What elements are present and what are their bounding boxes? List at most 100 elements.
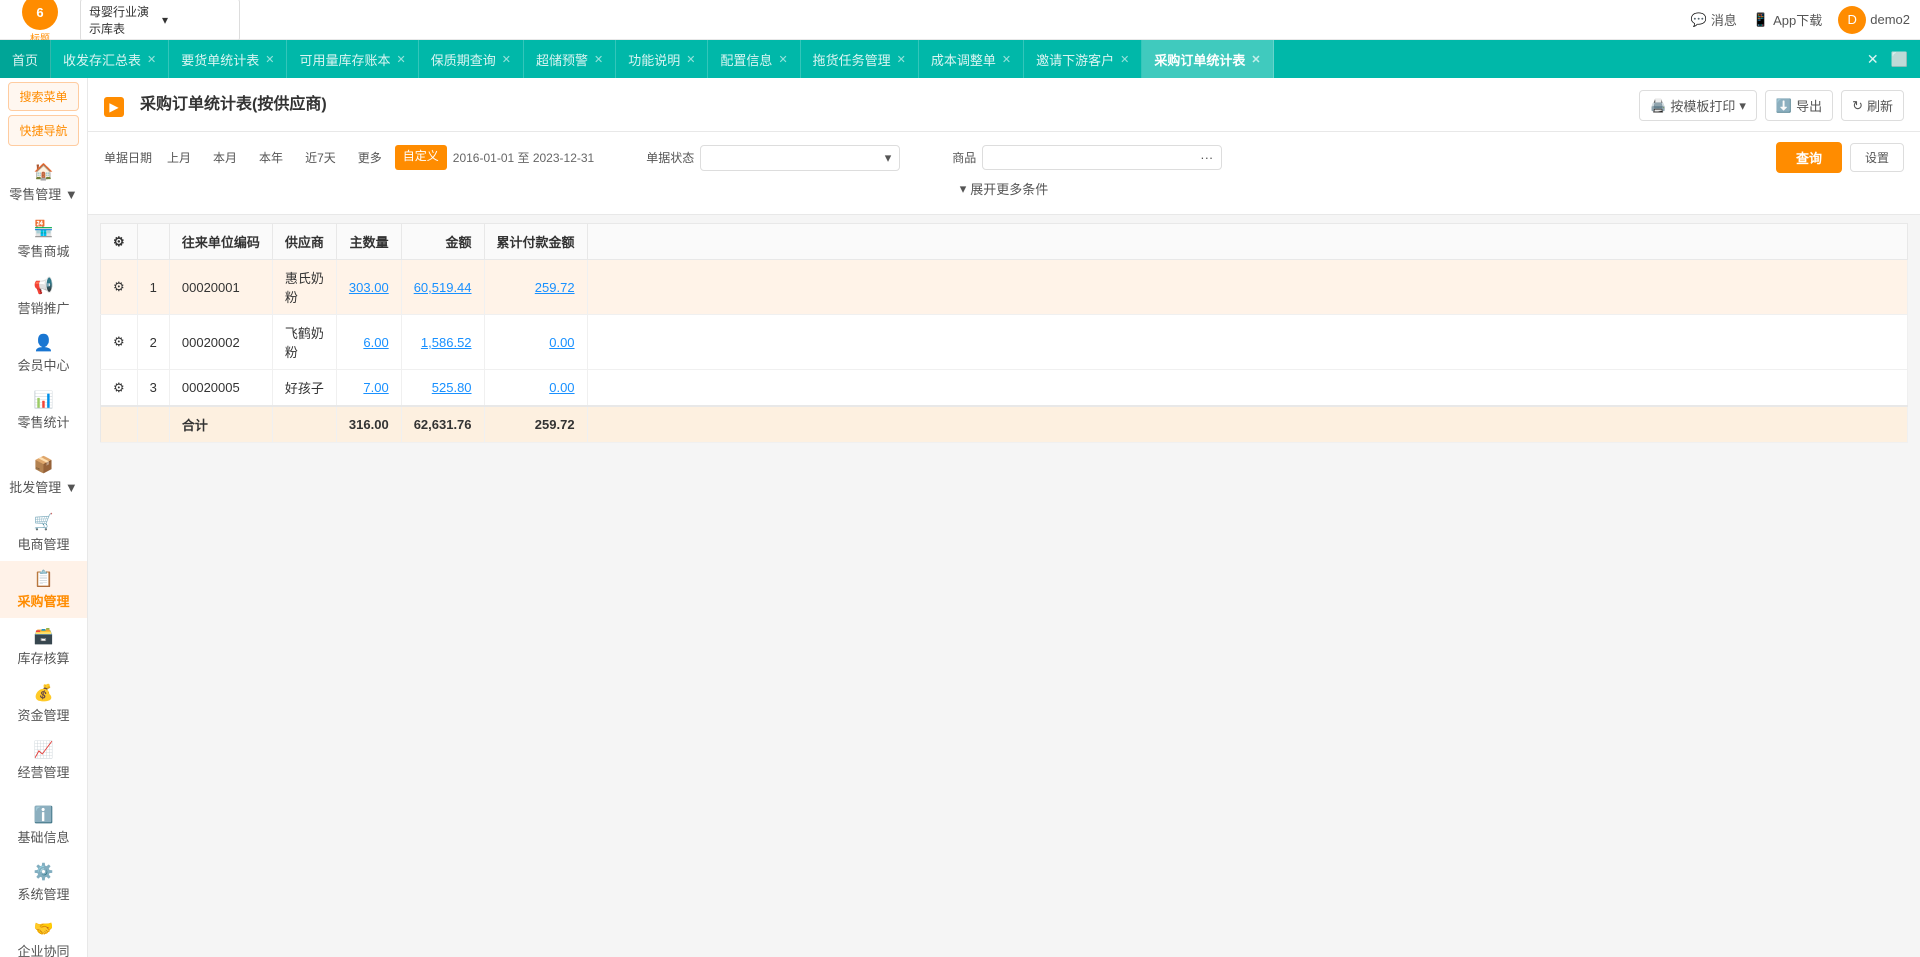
finance-icon: 💰: [34, 683, 54, 703]
date-shortcut-more[interactable]: 更多: [349, 145, 391, 170]
sidebar-item-label: 经营管理: [17, 762, 69, 781]
member-icon: 👤: [34, 333, 54, 353]
goods-input[interactable]: ···: [982, 145, 1222, 170]
tab-gongneng[interactable]: 功能说明 ✕: [616, 40, 708, 78]
sidebar-item-label: 库存核算: [17, 648, 69, 667]
close-icon[interactable]: ✕: [1120, 53, 1129, 66]
ecommerce-icon: 🛒: [34, 512, 54, 532]
row-gear-cell[interactable]: ⚙: [101, 370, 138, 407]
user-avatar-button[interactable]: D demo2: [1838, 6, 1910, 34]
sidebar-item-member[interactable]: 👤 会员中心: [0, 325, 87, 382]
search-menu-button[interactable]: 搜索菜单: [8, 82, 79, 111]
quick-nav-button[interactable]: 快捷导航: [8, 115, 79, 146]
close-icon[interactable]: ✕: [502, 53, 511, 66]
row-supplier-code-cell: 00020002: [169, 315, 272, 370]
row-main-qty-cell[interactable]: 7.00: [336, 370, 401, 407]
close-icon[interactable]: ✕: [147, 53, 156, 66]
sidebar-item-operation[interactable]: 📈 经营管理: [0, 732, 87, 789]
status-select[interactable]: ▾: [700, 145, 900, 171]
sidebar-item-retail-shop[interactable]: 🏪 零售商城: [0, 211, 87, 268]
close-icon[interactable]: ✕: [686, 53, 695, 66]
table-row[interactable]: ⚙ 2 00020002 飞鹤奶粉 6.00 1,586.52 0.00: [101, 315, 1908, 370]
top-bar: 6 标题 母婴行业演示库表 ▾ 💬 消息 📱 App下载 D demo2: [0, 0, 1920, 40]
workspace-selector[interactable]: 母婴行业演示库表 ▾: [80, 0, 240, 42]
row-extra-cell: [587, 315, 1907, 370]
basic-info-icon: ℹ️: [34, 805, 54, 825]
tab-shoufahuihui[interactable]: 收发存汇总表 ✕: [51, 40, 169, 78]
tab-yaoqing[interactable]: 邀请下游客户 ✕: [1024, 40, 1142, 78]
close-icon[interactable]: ✕: [897, 53, 906, 66]
nav-close-icon[interactable]: ✕: [1863, 47, 1883, 72]
logo-icon: 6: [22, 0, 58, 30]
nav-right-buttons: ✕ ⬜: [1855, 47, 1920, 72]
table-row[interactable]: ⚙ 1 00020001 惠氏奶粉 303.00 60,519.44 259.7…: [101, 260, 1908, 315]
sidebar-item-marketing[interactable]: 📢 营销推广: [0, 268, 87, 325]
query-button[interactable]: 查询: [1776, 142, 1842, 173]
goods-label: 商品: [952, 149, 976, 166]
close-icon[interactable]: ✕: [778, 53, 787, 66]
tab-home[interactable]: 首页: [0, 40, 51, 78]
sidebar-item-stock[interactable]: 🗃️ 库存核算: [0, 618, 87, 675]
sidebar-item-basic-info[interactable]: ℹ️ 基础信息: [0, 797, 87, 854]
close-icon[interactable]: ✕: [397, 53, 406, 66]
sidebar-item-retail-manage[interactable]: 🏠 零售管理 ▼: [0, 154, 87, 211]
sidebar-item-retail-stats[interactable]: 📊 零售统计: [0, 382, 87, 439]
row-paid-amount-cell[interactable]: 0.00: [484, 370, 587, 407]
close-icon[interactable]: ✕: [1002, 53, 1011, 66]
tab-keyongliang[interactable]: 可用量库存账本 ✕: [287, 40, 418, 78]
tab-label: 可用量库存账本: [299, 50, 390, 69]
export-button[interactable]: ⬇️ 导出: [1765, 90, 1833, 121]
sidebar-item-label: 企业协同: [17, 941, 69, 957]
tab-tuohuo[interactable]: 拖货任务管理 ✕: [801, 40, 919, 78]
sidebar-item-system[interactable]: ⚙️ 系统管理: [0, 854, 87, 911]
row-paid-amount-cell[interactable]: 0.00: [484, 315, 587, 370]
row-gear-cell[interactable]: ⚙: [101, 315, 138, 370]
row-amount-cell[interactable]: 1,586.52: [401, 315, 484, 370]
row-gear-cell[interactable]: ⚙: [101, 260, 138, 315]
print-button[interactable]: 🖨️ 按模板打印 ▾: [1639, 90, 1757, 121]
sidebar-item-enterprise[interactable]: 🤝 企业协同: [0, 911, 87, 957]
tab-label: 功能说明: [628, 50, 680, 69]
sidebar-item-label: 电商管理: [17, 534, 69, 553]
tab-chaochuyujing[interactable]: 超储预警 ✕: [524, 40, 616, 78]
row-paid-amount-cell[interactable]: 259.72: [484, 260, 587, 315]
settings-button[interactable]: 设置: [1850, 143, 1904, 172]
close-icon[interactable]: ✕: [265, 53, 274, 66]
sidebar-item-wholesale[interactable]: 📦 批发管理 ▼: [0, 447, 87, 504]
sidebar-item-ecommerce[interactable]: 🛒 电商管理: [0, 504, 87, 561]
row-amount-cell[interactable]: 60,519.44: [401, 260, 484, 315]
expand-more-label: 展开更多条件: [970, 179, 1048, 198]
expand-more-button[interactable]: ▾ 展开更多条件: [104, 173, 1904, 204]
tab-baozhouqi[interactable]: 保质期查询 ✕: [419, 40, 524, 78]
footer-label-cell: 合计: [169, 406, 272, 443]
close-icon[interactable]: ✕: [594, 53, 603, 66]
tab-caigou[interactable]: 采购订单统计表 ✕: [1142, 40, 1273, 78]
row-main-qty-cell[interactable]: 6.00: [336, 315, 401, 370]
status-filter: 单据状态 ▾: [646, 145, 900, 171]
toggle-filter-button[interactable]: ▶: [104, 97, 124, 117]
sidebar-item-label: 营销推广: [17, 298, 69, 317]
tab-yaohuodan[interactable]: 要货单统计表 ✕: [169, 40, 287, 78]
app-download-label: App下载: [1773, 10, 1822, 29]
date-shortcut-this-month[interactable]: 本月: [204, 145, 246, 170]
row-amount-cell[interactable]: 525.80: [401, 370, 484, 407]
app-download-button[interactable]: 📱 App下载: [1753, 10, 1822, 29]
tab-peizhi[interactable]: 配置信息 ✕: [708, 40, 800, 78]
row-main-qty-cell[interactable]: 303.00: [336, 260, 401, 315]
filter-row-1: 单据日期 上月 本月 本年 近7天 更多 自定义 2016-01-01 至 20…: [104, 142, 1904, 173]
nav-expand-icon[interactable]: ⬜: [1887, 47, 1912, 72]
date-shortcut-this-year[interactable]: 本年: [250, 145, 292, 170]
sidebar-item-finance[interactable]: 💰 资金管理: [0, 675, 87, 732]
close-icon[interactable]: ✕: [1251, 53, 1260, 66]
footer-amount-cell: 62,631.76: [401, 406, 484, 443]
date-custom-tag[interactable]: 自定义: [395, 145, 447, 170]
sidebar-item-purchase[interactable]: 📋 采购管理: [0, 561, 87, 618]
logo: 6 标题: [10, 0, 70, 45]
messages-button[interactable]: 💬 消息: [1691, 10, 1737, 29]
date-shortcut-last-month[interactable]: 上月: [158, 145, 200, 170]
row-extra-cell: [587, 370, 1907, 407]
date-shortcut-7days[interactable]: 近7天: [296, 145, 345, 170]
refresh-button[interactable]: ↻ 刷新: [1841, 90, 1904, 121]
table-row[interactable]: ⚙ 3 00020005 好孩子 7.00 525.80 0.00: [101, 370, 1908, 407]
tab-chengben[interactable]: 成本调整单 ✕: [919, 40, 1024, 78]
